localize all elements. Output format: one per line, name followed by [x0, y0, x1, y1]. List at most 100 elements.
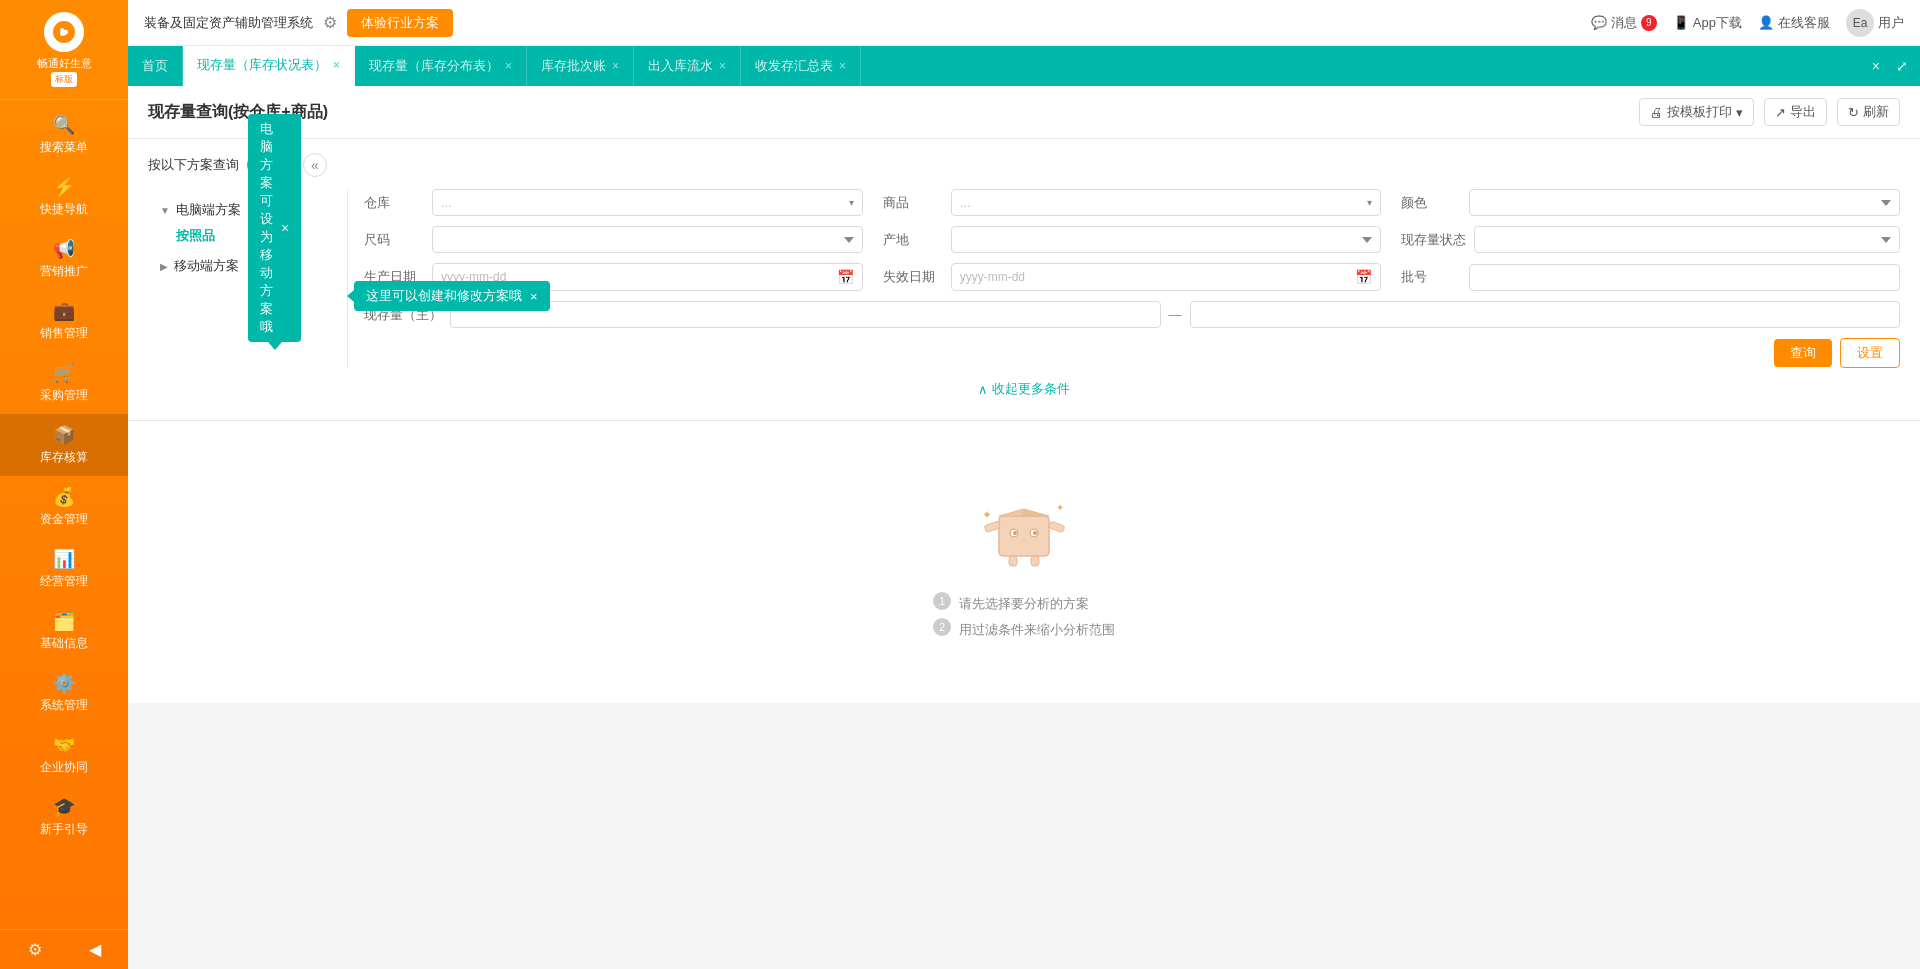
sidebar-item-label: 搜索菜单	[40, 139, 88, 156]
app-download-label: App下载	[1693, 14, 1742, 32]
origin-field: 产地	[883, 226, 1382, 253]
sidebar-item-label: 营销推广	[40, 263, 88, 280]
marketing-icon: 📢	[53, 238, 75, 260]
top-header: 装备及固定资产辅助管理系统 ⚙ 体验行业方案 💬 消息 9 📱 App下载 👤 …	[128, 0, 1920, 46]
trial-btn[interactable]: 体验行业方案	[347, 9, 453, 37]
back-btn[interactable]: «	[303, 153, 327, 177]
collapse-filter-btn[interactable]: ∧ 收起更多条件	[148, 372, 1900, 406]
scheme-group-label: 电脑端方案	[176, 201, 241, 219]
stock-qty-max-input[interactable]	[1190, 301, 1901, 328]
sidebar-item-sales[interactable]: 💼 销售管理	[0, 290, 128, 352]
chevron-down-icon: ▾	[1367, 197, 1372, 208]
settings-gear-icon[interactable]: ⚙	[323, 13, 337, 32]
color-select[interactable]	[1469, 189, 1900, 216]
collapse-arrow-icon: ▼	[160, 205, 170, 216]
notification-label: 消息	[1611, 14, 1637, 32]
batch-no-input[interactable]	[1469, 264, 1900, 291]
export-icon: ↗	[1775, 105, 1786, 120]
app-download-btn[interactable]: 📱 App下载	[1673, 14, 1742, 32]
empty-step1: 1 请先选择要分析的方案	[933, 591, 1115, 617]
tab-in-out-flow[interactable]: 出入库流水 ×	[634, 46, 741, 86]
size-field: 尺码	[364, 226, 863, 253]
sidebar-item-enterprise[interactable]: 🤝 企业协同	[0, 724, 128, 786]
expire-date-label: 失效日期	[883, 268, 943, 286]
sidebar-item-label: 系统管理	[40, 697, 88, 714]
size-label: 尺码	[364, 231, 424, 249]
tab-bar: 首页 现存量（库存状况表） × 现存量（库存分布表） × 库存批次账 × 出入库…	[128, 46, 1920, 86]
tab-batch-ledger[interactable]: 库存批次账 ×	[527, 46, 634, 86]
close-all-tabs-btn[interactable]: ×	[1868, 56, 1884, 76]
svg-rect-8	[1031, 556, 1039, 566]
origin-select[interactable]	[951, 226, 1382, 253]
sidebar-bottom: ⚙ ◀	[0, 929, 128, 969]
svg-rect-10	[1049, 521, 1065, 533]
enterprise-icon: 🤝	[53, 734, 75, 756]
main-area: 装备及固定资产辅助管理系统 ⚙ 体验行业方案 💬 消息 9 📱 App下载 👤 …	[128, 0, 1920, 969]
sidebar-item-marketing[interactable]: 📢 营销推广	[0, 228, 128, 290]
sidebar-item-search[interactable]: 🔍 搜索菜单	[0, 104, 128, 166]
add-scheme-btn[interactable]: + 电脑方案可设为移动方案哦 ×	[247, 153, 271, 177]
warehouse-input[interactable]: ... ▾	[432, 189, 863, 216]
empty-illustration: ✦ ✦	[974, 481, 1074, 571]
expire-date-input[interactable]: yyyy-mm-dd 📅	[951, 263, 1382, 291]
mobile-icon: 📱	[1673, 15, 1689, 30]
step-num-2: 2	[933, 618, 951, 636]
tab-inventory-dist[interactable]: 现存量（库存分布表） ×	[355, 46, 527, 86]
expand-tab-btn[interactable]: ⤢	[1892, 56, 1912, 76]
tab-home[interactable]: 首页	[128, 46, 183, 86]
filter-area: 按以下方案查询 + 电脑方案可设为移动方案哦 ×	[128, 139, 1920, 421]
sidebar-item-finance[interactable]: 💰 资金管理	[0, 476, 128, 538]
settings-btn[interactable]: ⚙	[28, 940, 42, 959]
refresh-btn[interactable]: ↻ 刷新	[1837, 98, 1900, 126]
filter-body: ▼ 电脑端方案 按照品 ▶ 移动端方案 这里可以	[148, 189, 1900, 368]
export-btn[interactable]: ↗ 导出	[1764, 98, 1827, 126]
tab-close-inventory-status[interactable]: ×	[333, 58, 340, 72]
notification-btn[interactable]: 💬 消息 9	[1591, 14, 1657, 32]
template-print-btn[interactable]: 🖨 按模板打印 ▾	[1639, 98, 1754, 126]
size-select[interactable]	[432, 226, 863, 253]
tab-inventory-status[interactable]: 现存量（库存状况表） ×	[183, 46, 355, 86]
set-btn[interactable]: 设置	[1840, 338, 1900, 368]
collapse-arrow-icon-mobile: ▶	[160, 261, 168, 272]
stock-status-field: 现存量状态	[1401, 226, 1900, 253]
sidebar-item-inventory[interactable]: 📦 库存核算	[0, 414, 128, 476]
user-area[interactable]: Ea 用户	[1846, 9, 1904, 37]
sidebar-item-label: 销售管理	[40, 325, 88, 342]
sidebar: 畅通好生意 标版 🔍 搜索菜单 ⚡ 快捷导航 📢 营销推广 💼 销售管理 🛒 采…	[0, 0, 128, 969]
filter-header-actions: + 电脑方案可设为移动方案哦 × ↻	[247, 153, 327, 177]
stock-qty-min-input[interactable]	[450, 301, 1161, 328]
sidebar-item-label: 基础信息	[40, 635, 88, 652]
goods-label: 商品	[883, 194, 943, 212]
svg-rect-9	[984, 521, 1000, 533]
system-title: 装备及固定资产辅助管理系统	[144, 14, 313, 32]
svg-point-5	[1013, 531, 1017, 535]
sidebar-item-quicknav[interactable]: ⚡ 快捷导航	[0, 166, 128, 228]
sidebar-item-label: 库存核算	[40, 449, 88, 466]
sidebar-item-operations[interactable]: 📊 经营管理	[0, 538, 128, 600]
back-icon: «	[311, 157, 319, 173]
tab-close-inventory-dist[interactable]: ×	[505, 59, 512, 73]
goods-input[interactable]: ... ▾	[951, 189, 1382, 216]
online-support-btn[interactable]: 👤 在线客服	[1758, 14, 1830, 32]
add-tooltip-close[interactable]: ×	[281, 220, 289, 236]
sidebar-item-system[interactable]: ⚙️ 系统管理	[0, 662, 128, 724]
collapse-sidebar-btn[interactable]: ◀	[89, 940, 101, 959]
filter-row1: 仓库 ... ▾ 商品 ... ▾	[364, 189, 1900, 216]
sales-icon: 💼	[53, 300, 75, 322]
empty-step2: 2 用过滤条件来缩小分析范围	[933, 617, 1115, 643]
tab-close-batch-ledger[interactable]: ×	[612, 59, 619, 73]
stock-status-select[interactable]	[1474, 226, 1900, 253]
search-btn[interactable]: 查询	[1774, 339, 1832, 367]
operations-icon: 📊	[53, 548, 75, 570]
sidebar-item-guide[interactable]: 🎓 新手引导	[0, 786, 128, 848]
tab-recv-send-summary[interactable]: 收发存汇总表 ×	[741, 46, 861, 86]
tab-close-recv-send-summary[interactable]: ×	[839, 59, 846, 73]
edit-tooltip-close[interactable]: ×	[530, 289, 538, 304]
notification-icon: 💬	[1591, 15, 1607, 30]
batch-no-field: 批号	[1401, 263, 1900, 291]
tab-close-in-out-flow[interactable]: ×	[719, 59, 726, 73]
sidebar-item-purchase[interactable]: 🛒 采购管理	[0, 352, 128, 414]
sidebar-item-basic[interactable]: 🗂️ 基础信息	[0, 600, 128, 662]
edit-tooltip: 这里可以创建和修改方案哦 ×	[354, 281, 550, 311]
chevron-down-icon: ▾	[849, 197, 854, 208]
